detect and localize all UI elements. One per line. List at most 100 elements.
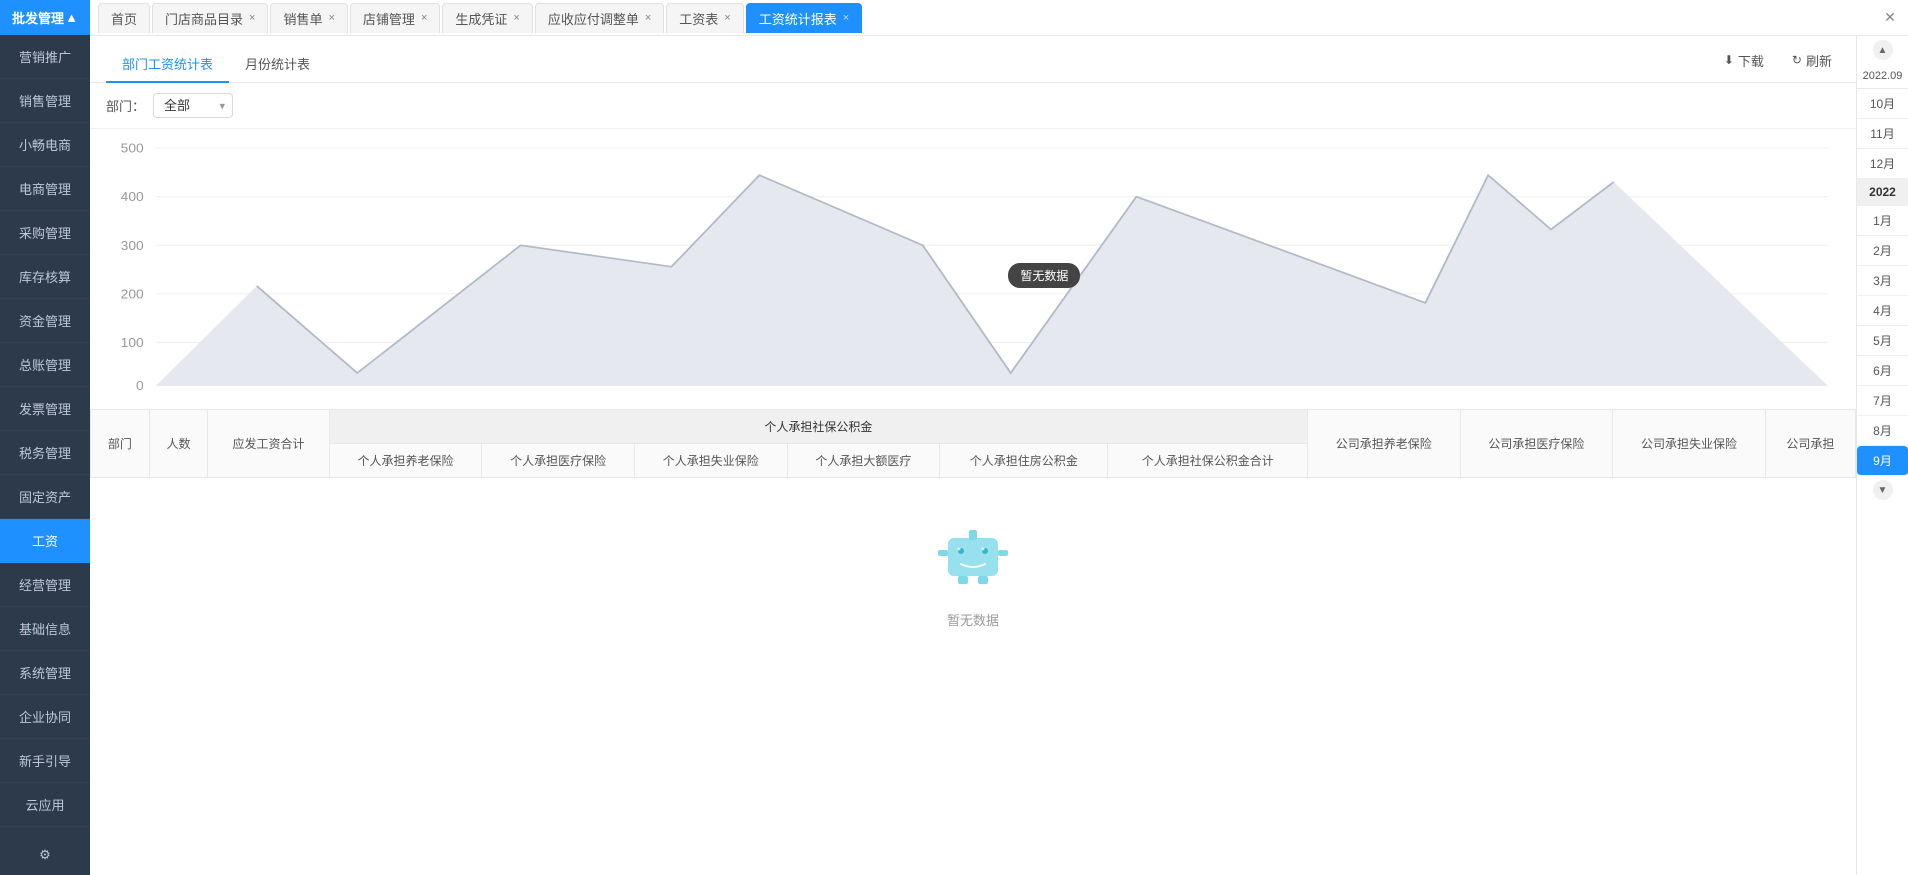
chart-svg: 500 400 300 200 100 0 — [106, 139, 1840, 399]
tab-label: 应收应付调整单 — [548, 9, 639, 28]
tab-close-icon[interactable]: × — [724, 12, 730, 24]
col-personal-major-medical: 个人承担大额医疗 — [787, 444, 940, 478]
col-headcount: 人数 — [149, 410, 208, 478]
tab-应收应付调整单[interactable]: 应收应付调整单 × — [535, 3, 664, 33]
tab-店铺管理[interactable]: 店铺管理 × — [350, 3, 440, 33]
sidebar-item-云应用[interactable]: 云应用 — [0, 783, 90, 827]
download-button[interactable]: ⬇ 下载 — [1716, 47, 1772, 74]
sub-tabs: 部门工资统计表月份统计表 ⬇ 下载 ↻ 刷新 — [90, 36, 1856, 83]
tab-close-icon[interactable]: × — [645, 12, 651, 24]
sidebar-item-资金管理[interactable]: 资金管理 — [0, 299, 90, 343]
date-up-button[interactable]: ▲ — [1873, 40, 1893, 60]
sidebar-item-基础信息[interactable]: 基础信息 — [0, 607, 90, 651]
sidebar-item-总账管理[interactable]: 总账管理 — [0, 343, 90, 387]
date-item-4月[interactable]: 4月 — [1857, 296, 1908, 326]
chart-area: 500 400 300 200 100 0 — [90, 129, 1856, 409]
data-table: 部门 人数 应发工资合计 个人承担社保公积金 公司承担养老保险 公司承担医疗保险… — [90, 409, 1856, 478]
tab-label: 首页 — [111, 9, 137, 28]
empty-state: 暂无数据 — [90, 478, 1856, 669]
tabs-actions: ✕ — [1880, 8, 1900, 28]
sidebar-title: 批发管理 — [12, 8, 64, 27]
tab-label: 生成凭证 — [455, 9, 507, 28]
date-panel-header: 2022.09 — [1857, 64, 1908, 89]
col-personal-pension: 个人承担养老保险 — [329, 444, 482, 478]
tab-工资统计报表[interactable]: 工资统计报表× — [746, 3, 862, 33]
date-item-8月[interactable]: 8月 — [1857, 416, 1908, 446]
content-area: 部门工资统计表月份统计表 ⬇ 下载 ↻ 刷新 部门： — [90, 36, 1908, 875]
sidebar-item-营销推广[interactable]: 营销推广 — [0, 35, 90, 79]
date-panel: ▲ 2022.09 10月11月12月20221月2月3月4月5月6月7月8月9… — [1856, 36, 1908, 875]
date-panel-current: 2022.09 — [1863, 70, 1903, 82]
date-item-1月[interactable]: 1月 — [1857, 206, 1908, 236]
date-item-9月[interactable]: 9月 — [1857, 446, 1908, 476]
tab-生成凭证[interactable]: 生成凭证 × — [442, 3, 532, 33]
tab-close-icon[interactable]: × — [249, 12, 255, 24]
gear-icon: ⚙ — [39, 847, 51, 862]
sidebar-item-发票管理[interactable]: 发票管理 — [0, 387, 90, 431]
sidebar-item-销售管理[interactable]: 销售管理 — [0, 79, 90, 123]
date-down-button[interactable]: ▼ — [1873, 480, 1893, 500]
svg-text:200: 200 — [121, 287, 144, 301]
tab-门店商品目录[interactable]: 门店商品目录 × — [152, 3, 268, 33]
tab-close-icon[interactable]: × — [421, 12, 427, 24]
date-item-2月[interactable]: 2月 — [1857, 236, 1908, 266]
sidebar-item-电商管理[interactable]: 电商管理 — [0, 167, 90, 211]
sidebar-item-企业协同[interactable]: 企业协同 — [0, 695, 90, 739]
sidebar-item-工资[interactable]: 工资 — [0, 519, 90, 563]
sidebar-item-库存核算[interactable]: 库存核算 — [0, 255, 90, 299]
col-company-other: 公司承担 — [1765, 410, 1855, 478]
close-all-button[interactable]: ✕ — [1880, 8, 1900, 28]
date-item-6月[interactable]: 6月 — [1857, 356, 1908, 386]
date-item-11月[interactable]: 11月 — [1857, 119, 1908, 149]
col-personal-unemployment: 个人承担失业保险 — [634, 444, 787, 478]
col-personal-medical: 个人承担医疗保险 — [482, 444, 635, 478]
tab-销售单[interactable]: 销售单× — [270, 3, 347, 33]
dept-label: 部门： — [106, 96, 145, 115]
sub-tab-部门工资统计表[interactable]: 部门工资统计表 — [106, 46, 229, 83]
sidebar-item-采购管理[interactable]: 采购管理 — [0, 211, 90, 255]
refresh-icon: ↻ — [1792, 53, 1802, 67]
svg-text:100: 100 — [121, 336, 144, 350]
tab-label: 门店商品目录 — [165, 9, 243, 28]
sidebar-item-经营管理[interactable]: 经营管理 — [0, 563, 90, 607]
date-panel-down-nav: ▼ — [1857, 476, 1908, 504]
dept-select[interactable]: 全部 — [153, 93, 233, 118]
page-content: 部门工资统计表月份统计表 ⬇ 下载 ↻ 刷新 部门： — [90, 36, 1856, 875]
table-area[interactable]: 部门 人数 应发工资合计 个人承担社保公积金 公司承担养老保险 公司承担医疗保险… — [90, 409, 1856, 875]
tab-close-icon[interactable]: × — [328, 12, 334, 24]
sidebar-settings[interactable]: ⚙ — [0, 835, 90, 875]
sidebar-item-系统管理[interactable]: 系统管理 — [0, 651, 90, 695]
tab-label: 店铺管理 — [363, 9, 415, 28]
tab-close-icon[interactable]: × — [513, 12, 519, 24]
date-item-5月[interactable]: 5月 — [1857, 326, 1908, 356]
col-dept: 部门 — [91, 410, 150, 478]
svg-text:300: 300 — [121, 238, 144, 252]
sidebar-item-固定资产[interactable]: 固定资产 — [0, 475, 90, 519]
sidebar-item-税务管理[interactable]: 税务管理 — [0, 431, 90, 475]
main-area: 首页门店商品目录×销售单×店铺管理×生成凭证×应收应付调整单×工资表×工资统计报… — [90, 0, 1908, 875]
svg-text:400: 400 — [121, 190, 144, 204]
tab-label: 工资表 — [679, 9, 718, 28]
sidebar-item-新手引导[interactable]: 新手引导 — [0, 739, 90, 783]
col-group-personal: 个人承担社保公积金 — [329, 410, 1307, 444]
sidebar-arrow: ▲ — [65, 10, 78, 25]
date-item-7月[interactable]: 7月 — [1857, 386, 1908, 416]
download-icon: ⬇ — [1724, 53, 1734, 67]
tab-close-icon[interactable]: × — [843, 12, 849, 24]
col-personal-total: 个人承担社保公积金合计 — [1108, 444, 1308, 478]
col-company-unemployment: 公司承担失业保险 — [1613, 410, 1766, 478]
date-item-3月[interactable]: 3月 — [1857, 266, 1908, 296]
date-item-2022[interactable]: 2022 — [1857, 179, 1908, 206]
tab-首页[interactable]: 首页 — [98, 3, 150, 33]
dept-select-wrapper[interactable]: 全部 — [153, 93, 233, 118]
empty-icon — [933, 518, 1013, 598]
sidebar-header[interactable]: 批发管理 ▲ — [0, 0, 90, 35]
refresh-button[interactable]: ↻ 刷新 — [1784, 47, 1840, 74]
sidebar-item-小畅电商[interactable]: 小畅电商 — [0, 123, 90, 167]
date-item-12月[interactable]: 12月 — [1857, 149, 1908, 179]
date-item-10月[interactable]: 10月 — [1857, 89, 1908, 119]
tab-工资表[interactable]: 工资表 × — [666, 3, 743, 33]
col-company-medical: 公司承担医疗保险 — [1460, 410, 1613, 478]
date-panel-up-nav: ▲ — [1857, 36, 1908, 64]
sub-tab-月份统计表[interactable]: 月份统计表 — [229, 46, 326, 83]
